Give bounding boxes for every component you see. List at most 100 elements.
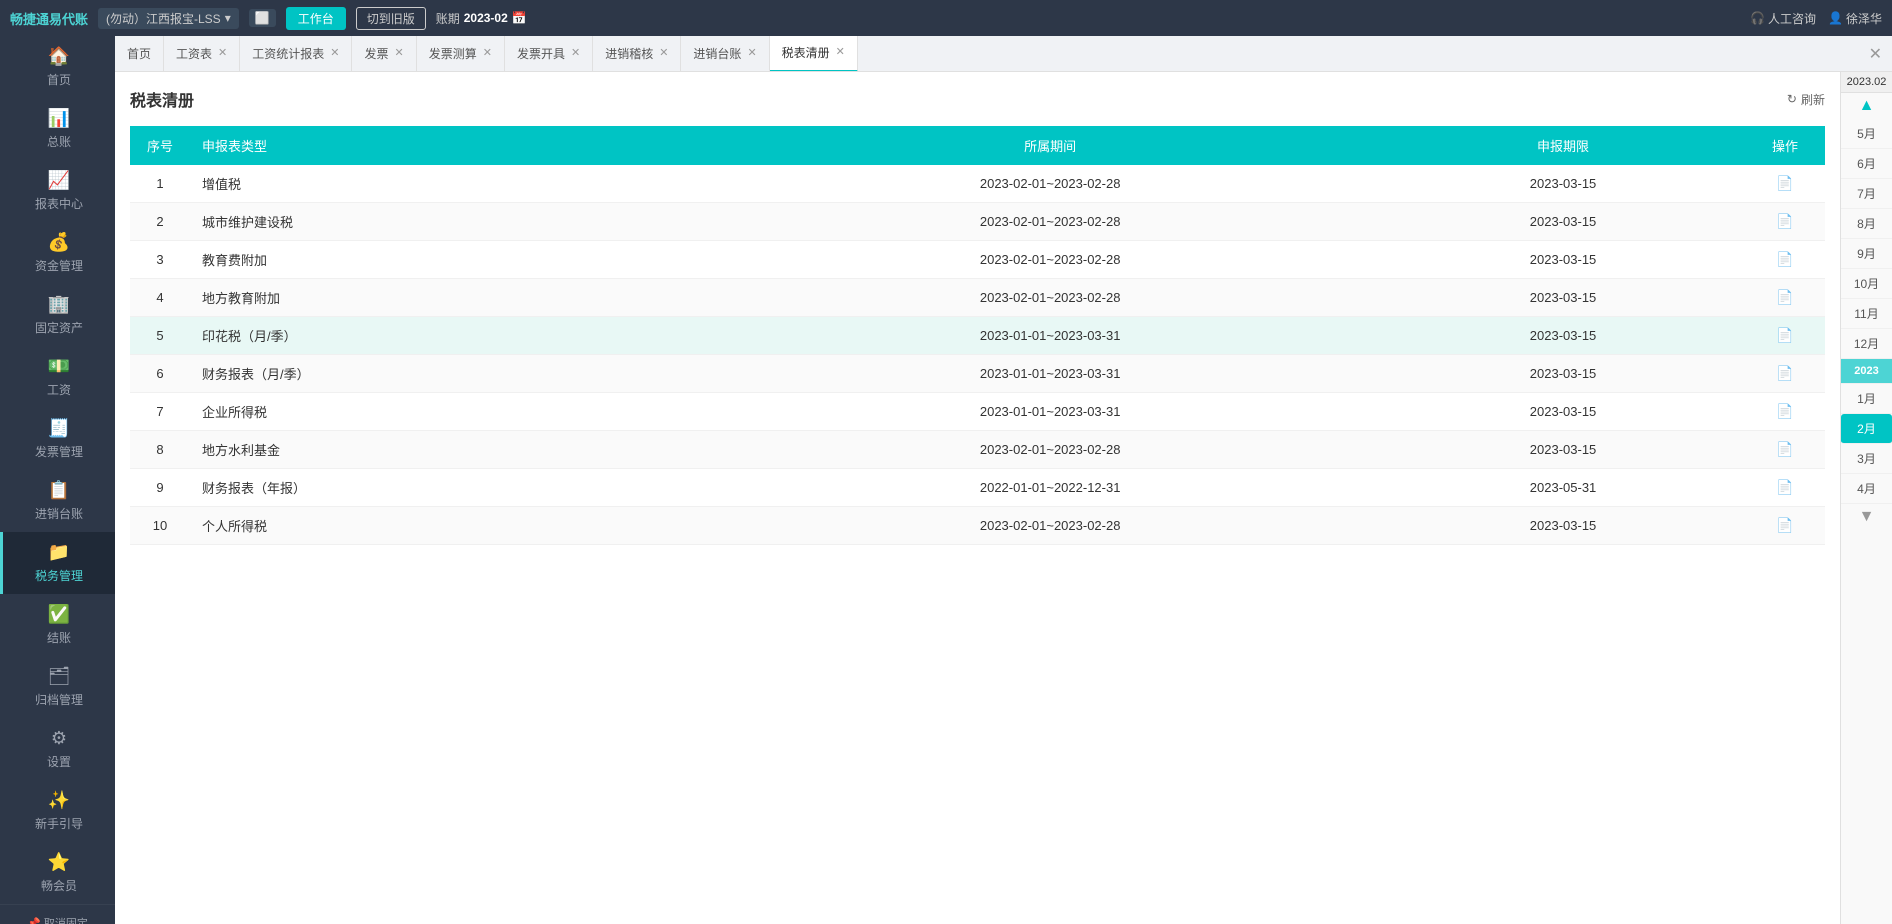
action-doc-icon[interactable]: 📄 [1776, 213, 1793, 229]
action-doc-icon[interactable]: 📄 [1776, 365, 1793, 381]
table-row: 1 增值税 2023-02-01~2023-02-28 2023-03-15 📄 [130, 165, 1825, 203]
tab-invoice-calc[interactable]: 发票测算 ✕ [417, 36, 505, 72]
tab-ps-audit[interactable]: 进销稽核 ✕ [593, 36, 681, 72]
date-nav-up[interactable]: ▲ [1841, 93, 1892, 119]
action-doc-icon[interactable]: 📄 [1776, 517, 1793, 533]
date-month-8[interactable]: 8月 [1841, 209, 1892, 239]
date-month-9[interactable]: 9月 [1841, 239, 1892, 269]
sidebar-item-checkout[interactable]: ✅ 结账 [0, 594, 115, 656]
cell-action[interactable]: 📄 [1745, 241, 1825, 279]
tab-close-payroll[interactable]: ✕ [218, 48, 227, 59]
sidebar-item-archive[interactable]: 🗂 归档管理 [0, 656, 115, 718]
sidebar-item-payroll[interactable]: 💵 工资 [0, 346, 115, 408]
sidebar-item-reports[interactable]: 📈 报表中心 [0, 160, 115, 222]
close-all-icon[interactable]: ✕ [1869, 44, 1882, 64]
sidebar-item-membership[interactable]: ⭐ 畅会员 [0, 842, 115, 904]
date-month-10[interactable]: 10月 [1841, 269, 1892, 299]
cell-no: 7 [130, 393, 190, 431]
tab-invoice[interactable]: 发票 ✕ [352, 36, 416, 72]
cell-action[interactable]: 📄 [1745, 317, 1825, 355]
date-month-6[interactable]: 6月 [1841, 149, 1892, 179]
cell-no: 3 [130, 241, 190, 279]
table-row: 4 地方教育附加 2023-02-01~2023-02-28 2023-03-1… [130, 279, 1825, 317]
cell-action[interactable]: 📄 [1745, 203, 1825, 241]
tab-bar: 首页 工资表 ✕ 工资统计报表 ✕ 发票 ✕ 发票测算 ✕ 发票开具 ✕ [115, 36, 1892, 72]
cell-action[interactable]: 📄 [1745, 507, 1825, 545]
date-month-2-active[interactable]: 2月 [1841, 414, 1892, 444]
copy-button[interactable]: ⬜ [249, 9, 276, 27]
date-month-11[interactable]: 11月 [1841, 299, 1892, 329]
tab-tax-list[interactable]: 税表清册 ✕ [770, 36, 858, 72]
action-doc-icon[interactable]: 📄 [1776, 251, 1793, 267]
table-row: 6 财务报表（月/季） 2023-01-01~2023-03-31 2023-0… [130, 355, 1825, 393]
action-doc-icon[interactable]: 📄 [1776, 403, 1793, 419]
refresh-button[interactable]: ↻ 刷新 [1787, 91, 1825, 108]
tab-payroll-stats[interactable]: 工资统计报表 ✕ [240, 36, 352, 72]
ai-consult-btn[interactable]: 🎧 人工咨询 [1750, 10, 1816, 27]
cell-type: 印花税（月/季） [190, 317, 719, 355]
date-month-7[interactable]: 7月 [1841, 179, 1892, 209]
company-selector[interactable]: (勿动）江西报宝-LSS ▾ [98, 8, 239, 29]
date-month-1[interactable]: 1月 [1841, 384, 1892, 414]
checkout-icon: ✅ [48, 604, 70, 625]
action-doc-icon[interactable]: 📄 [1776, 327, 1793, 343]
cell-action[interactable]: 📄 [1745, 431, 1825, 469]
cell-action[interactable]: 📄 [1745, 393, 1825, 431]
action-doc-icon[interactable]: 📄 [1776, 479, 1793, 495]
date-nav-down[interactable]: ▼ [1841, 504, 1892, 530]
payroll-icon: 💵 [48, 356, 70, 377]
tab-close-invoice-issue[interactable]: ✕ [571, 48, 580, 59]
tab-close-ps-ledger[interactable]: ✕ [747, 48, 756, 59]
sidebar-item-tax[interactable]: 📁 税务管理 [0, 532, 115, 594]
funds-icon: 💰 [48, 232, 70, 253]
top-bar: 畅捷通易代账 (勿动）江西报宝-LSS ▾ ⬜ 工作台 切到旧版 账期 2023… [0, 0, 1892, 36]
tab-ps-ledger[interactable]: 进销台账 ✕ [681, 36, 769, 72]
page-title: 税表清册 [130, 87, 194, 111]
cell-period: 2023-02-01~2023-02-28 [719, 165, 1381, 203]
cell-deadline: 2023-03-15 [1381, 507, 1745, 545]
cell-no: 5 [130, 317, 190, 355]
cell-action[interactable]: 📄 [1745, 469, 1825, 507]
unpin-button[interactable]: 📌 取消固定 [0, 904, 115, 924]
date-month-4[interactable]: 4月 [1841, 474, 1892, 504]
refresh-icon: ↻ [1787, 92, 1797, 106]
cell-action[interactable]: 📄 [1745, 165, 1825, 203]
top-right-actions: 🎧 人工咨询 👤 徐泽华 [1750, 10, 1882, 27]
tab-close-payroll-stats[interactable]: ✕ [330, 48, 339, 59]
tab-home[interactable]: 首页 [115, 36, 164, 72]
membership-icon: ⭐ [48, 852, 70, 873]
action-doc-icon[interactable]: 📄 [1776, 441, 1793, 457]
sidebar-item-ledger[interactable]: 📊 总账 [0, 98, 115, 160]
cell-action[interactable]: 📄 [1745, 279, 1825, 317]
date-month-12[interactable]: 12月 [1841, 329, 1892, 359]
cell-period: 2023-02-01~2023-02-28 [719, 507, 1381, 545]
tab-close-ps-audit[interactable]: ✕ [659, 48, 668, 59]
sidebar-item-guide[interactable]: ✨ 新手引导 [0, 780, 115, 842]
tab-payroll[interactable]: 工资表 ✕ [164, 36, 240, 72]
switch-old-button[interactable]: 切到旧版 [356, 7, 426, 30]
sidebar-item-home[interactable]: 🏠 首页 [0, 36, 115, 98]
tab-close-all[interactable]: ✕ [1859, 44, 1892, 64]
table-row: 8 地方水利基金 2023-02-01~2023-02-28 2023-03-1… [130, 431, 1825, 469]
cell-action[interactable]: 📄 [1745, 355, 1825, 393]
workbench-button[interactable]: 工作台 [286, 7, 346, 30]
date-month-5[interactable]: 5月 [1841, 119, 1892, 149]
tab-close-invoice[interactable]: ✕ [395, 48, 404, 59]
action-doc-icon[interactable]: 📄 [1776, 289, 1793, 305]
tab-close-tax-list[interactable]: ✕ [836, 47, 845, 58]
action-doc-icon[interactable]: 📄 [1776, 175, 1793, 191]
sidebar-item-assets[interactable]: 🏢 固定资产 [0, 284, 115, 346]
sidebar-item-invoices[interactable]: 🧾 发票管理 [0, 408, 115, 470]
sidebar-item-funds[interactable]: 💰 资金管理 [0, 222, 115, 284]
date-month-3[interactable]: 3月 [1841, 444, 1892, 474]
user-info[interactable]: 👤 徐泽华 [1828, 10, 1882, 27]
sidebar-item-settings[interactable]: ⚙ 设置 [0, 718, 115, 780]
tab-invoice-issue[interactable]: 发票开具 ✕ [505, 36, 593, 72]
calendar-icon[interactable]: 📅 [512, 11, 527, 25]
cell-no: 6 [130, 355, 190, 393]
sidebar-item-purchase-sales[interactable]: 📋 进销台账 [0, 470, 115, 532]
date-year-2023[interactable]: 2023 [1841, 359, 1892, 384]
cell-type: 地方教育附加 [190, 279, 719, 317]
tab-close-invoice-calc[interactable]: ✕ [483, 48, 492, 59]
table-row: 3 教育费附加 2023-02-01~2023-02-28 2023-03-15… [130, 241, 1825, 279]
